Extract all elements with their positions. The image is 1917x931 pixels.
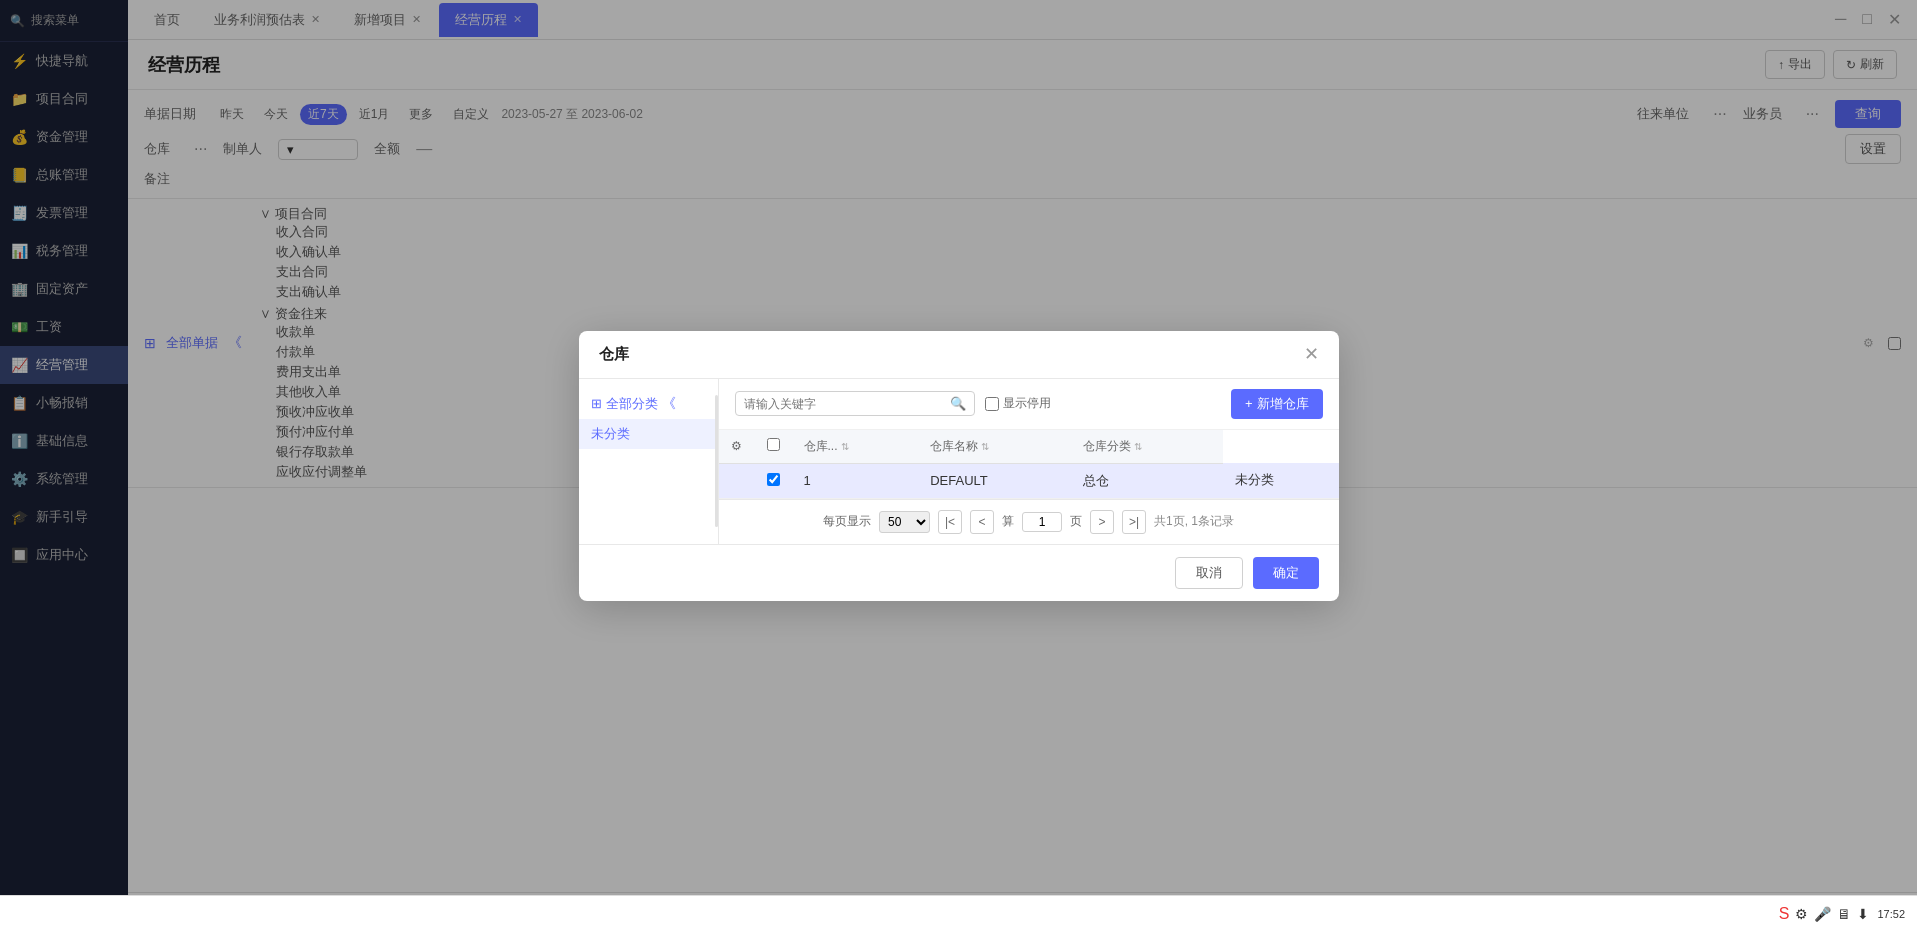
time-display: 17:52 [1877,908,1905,920]
column-settings-icon[interactable]: ⚙ [731,439,742,453]
show-disabled-checkbox[interactable] [985,397,999,411]
all-category-label[interactable]: 全部分类 [606,395,658,413]
left-panel: ⊞ 全部分类 《 未分类 [579,379,719,544]
page-label: 算 [1002,513,1014,530]
first-page-button[interactable]: |< [938,510,962,534]
row-checkbox [755,463,792,498]
search-icon: 🔍 [950,396,966,411]
taskbar-icon-1[interactable]: S [1779,905,1790,923]
row-category: 未分类 [1223,463,1339,498]
th-warehouse-category: 仓库分类 ⇅ [1071,430,1223,464]
category-item-label: 未分类 [591,426,630,441]
collapse-button[interactable]: 《 [662,395,676,413]
taskbar-icon-4[interactable]: 🖥 [1837,906,1851,922]
dialog-body: ⊞ 全部分类 《 未分类 🔍 [579,379,1339,544]
taskbar-icons: S ⚙ 🎤 🖥 ⬇ [1779,905,1870,923]
th-warehouse-code: 仓库... ⇅ [792,430,919,464]
dialog-pagination: 每页显示 50 100 |< < 算 页 > >| 共1页, 1条记录 [719,499,1339,544]
dialog-footer: 取消 确定 [579,544,1339,601]
th-warehouse-category-label[interactable]: 仓库分类 [1083,438,1131,455]
row-name: 总仓 [1071,463,1223,498]
last-page-button[interactable]: >| [1122,510,1146,534]
row-num: 1 [792,463,919,498]
sort-warehouse-category-icon: ⇅ [1134,441,1142,452]
page-summary: 共1页, 1条记录 [1154,513,1234,530]
warehouse-table: ⚙ 仓库... ⇅ [719,430,1339,499]
select-all-checkbox[interactable] [767,438,780,451]
prev-page-button[interactable]: < [970,510,994,534]
th-warehouse-name: 仓库名称 ⇅ [918,430,1070,464]
row-select-checkbox[interactable] [767,473,780,486]
left-scrollbar [715,395,718,527]
dialog-title: 仓库 [599,345,629,364]
taskbar-time: 17:52 [1877,908,1905,920]
taskbar: S ⚙ 🎤 🖥 ⬇ 17:52 [0,895,1917,931]
dialog-close-button[interactable]: ✕ [1304,345,1319,363]
table-row[interactable]: 1 DEFAULT 总仓 未分类 [719,463,1339,498]
category-grid-icon: ⊞ [591,396,602,411]
modal-overlay: 仓库 ✕ ⊞ 全部分类 《 未分类 [0,0,1917,931]
next-page-button[interactable]: > [1090,510,1114,534]
search-box: 🔍 [735,391,975,416]
sort-warehouse-code-icon: ⇅ [841,441,849,452]
right-panel: 🔍 显示停用 + 新增仓库 [719,379,1339,544]
taskbar-icon-5[interactable]: ⬇ [1857,906,1869,922]
dialog-page-input[interactable] [1022,512,1062,532]
dialog-header: 仓库 ✕ [579,331,1339,379]
right-toolbar: 🔍 显示停用 + 新增仓库 [719,379,1339,430]
dialog-page-size-select[interactable]: 50 100 [879,511,930,533]
confirm-button[interactable]: 确定 [1253,557,1319,589]
th-checkbox [755,430,792,464]
category-item-unclassified[interactable]: 未分类 [579,419,718,449]
left-panel-header: ⊞ 全部分类 《 [579,389,718,419]
warehouse-dialog: 仓库 ✕ ⊞ 全部分类 《 未分类 [579,331,1339,601]
taskbar-icon-2[interactable]: ⚙ [1795,906,1808,922]
th-warehouse-name-label[interactable]: 仓库名称 [930,438,978,455]
th-warehouse-code-label[interactable]: 仓库... [804,438,838,455]
row-code: DEFAULT [918,463,1070,498]
th-settings: ⚙ [719,430,755,464]
show-disabled-label: 显示停用 [1003,395,1051,412]
sort-warehouse-name-icon: ⇅ [981,441,989,452]
show-disabled-control: 显示停用 [985,395,1051,412]
page-unit: 页 [1070,513,1082,530]
add-warehouse-button[interactable]: + 新增仓库 [1231,389,1323,419]
per-page-label: 每页显示 [823,513,871,530]
cancel-button[interactable]: 取消 [1175,557,1243,589]
search-input[interactable] [744,397,946,411]
taskbar-icon-3[interactable]: 🎤 [1814,906,1831,922]
add-warehouse-label: 新增仓库 [1257,395,1309,413]
add-icon: + [1245,396,1253,411]
row-settings [719,463,755,498]
